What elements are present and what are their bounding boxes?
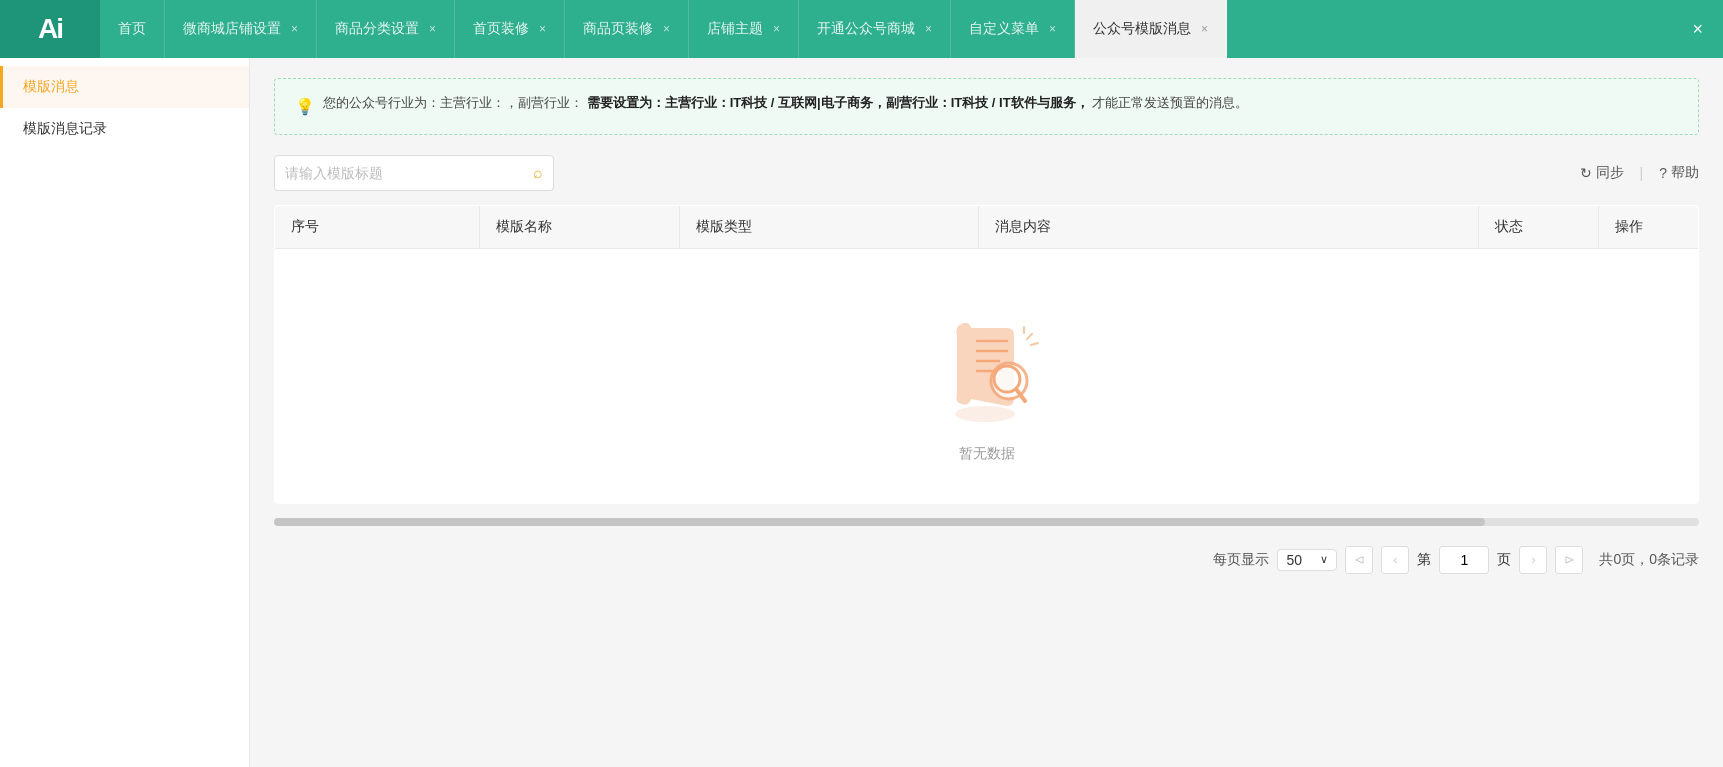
tab-close-icon-6[interactable]: × <box>925 23 932 35</box>
per-page-select[interactable]: 50 ∨ <box>1277 549 1337 571</box>
nav-tab-8[interactable]: 公众号模版消息× <box>1075 0 1227 58</box>
nav-tab-2[interactable]: 商品分类设置× <box>317 0 455 58</box>
search-button[interactable]: ⌕ <box>533 164 543 182</box>
empty-row: 暂无数据 <box>275 248 1699 503</box>
chevron-down-icon: ∨ <box>1320 553 1328 566</box>
nav-tab-1[interactable]: 微商城店铺设置× <box>165 0 317 58</box>
scrollbar-row <box>274 516 1699 528</box>
empty-state: 暂无数据 <box>275 249 1698 503</box>
table-column-status: 状态 <box>1479 205 1599 248</box>
sync-button[interactable]: ↻ 同步 <box>1580 164 1624 182</box>
nav-tab-3[interactable]: 首页装修× <box>455 0 565 58</box>
sidebar-item-1[interactable]: 模版消息记录 <box>0 108 249 150</box>
tab-close-icon-8[interactable]: × <box>1201 23 1208 35</box>
table-head: 序号模版名称模版类型消息内容状态操作 <box>275 205 1699 248</box>
toolbar-right: ↻ 同步 | ? 帮助 <box>1580 164 1699 182</box>
page-input[interactable] <box>1439 546 1489 574</box>
notice-suffix: 才能正常发送预置的消息。 <box>1092 95 1248 110</box>
search-bar: ⌕ ↻ 同步 | ? 帮助 <box>274 155 1699 191</box>
svg-line-8 <box>1027 334 1032 339</box>
top-nav: Ai 首页微商城店铺设置×商品分类设置×首页装修×商品页装修×店铺主题×开通公众… <box>0 0 1723 58</box>
scrollbar-thumb <box>274 518 1485 526</box>
content-area: 💡 您的公众号行业为：主营行业：，副营行业： 需要设置为：主营行业：IT科技 /… <box>250 58 1723 767</box>
per-page-label: 每页显示 <box>1213 551 1269 569</box>
tab-close-icon-3[interactable]: × <box>539 23 546 35</box>
tab-close-icon-2[interactable]: × <box>429 23 436 35</box>
nav-tab-0[interactable]: 首页 <box>100 0 165 58</box>
search-input-wrap: ⌕ <box>274 155 554 191</box>
nav-tab-4[interactable]: 商品页装修× <box>565 0 689 58</box>
next-page-button[interactable]: › <box>1519 546 1547 574</box>
sidebar: 模版消息模版消息记录 <box>0 58 250 767</box>
tab-close-icon-4[interactable]: × <box>663 23 670 35</box>
sync-label: 同步 <box>1596 164 1624 182</box>
notice-icon: 💡 <box>295 94 315 120</box>
close-all-button[interactable]: × <box>1672 19 1723 40</box>
sidebar-item-0[interactable]: 模版消息 <box>0 66 249 108</box>
table-column-index: 序号 <box>275 205 480 248</box>
nav-tab-6[interactable]: 开通公众号商城× <box>799 0 951 58</box>
search-input[interactable] <box>285 165 533 181</box>
total-info: 共0页，0条记录 <box>1599 551 1699 569</box>
last-page-button[interactable]: ⊳ <box>1555 546 1583 574</box>
svg-point-0 <box>955 406 1015 422</box>
tab-close-icon-7[interactable]: × <box>1049 23 1056 35</box>
page-label-post: 页 <box>1497 551 1511 569</box>
sync-icon: ↻ <box>1580 165 1592 181</box>
nav-tabs: 首页微商城店铺设置×商品分类设置×首页装修×商品页装修×店铺主题×开通公众号商城… <box>100 0 1672 58</box>
nav-tab-7[interactable]: 自定义菜单× <box>951 0 1075 58</box>
logo: Ai <box>0 0 100 58</box>
table-body: 暂无数据 <box>275 248 1699 503</box>
notice-text: 您的公众号行业为：主营行业：，副营行业： 需要设置为：主营行业：IT科技 / 互… <box>323 93 1248 114</box>
svg-line-9 <box>1031 343 1038 345</box>
per-page-value: 50 <box>1286 552 1302 568</box>
empty-icon <box>927 309 1047 429</box>
help-label: 帮助 <box>1671 164 1699 182</box>
tab-close-icon-1[interactable]: × <box>291 23 298 35</box>
pagination: 每页显示 50 ∨ ⊲ ‹ 第 页 › ⊳ 共0页，0条记录 <box>274 538 1699 582</box>
notice-banner: 💡 您的公众号行业为：主营行业：，副营行业： 需要设置为：主营行业：IT科技 /… <box>274 78 1699 135</box>
nav-tab-5[interactable]: 店铺主题× <box>689 0 799 58</box>
table-column-content: 消息内容 <box>979 205 1479 248</box>
table-column-type: 模版类型 <box>679 205 978 248</box>
scrollbar-track[interactable] <box>274 518 1699 526</box>
first-page-button[interactable]: ⊲ <box>1345 546 1373 574</box>
help-button[interactable]: ? 帮助 <box>1659 164 1699 182</box>
help-icon: ? <box>1659 165 1667 181</box>
tab-close-icon-5[interactable]: × <box>773 23 780 35</box>
data-table: 序号模版名称模版类型消息内容状态操作 <box>274 205 1699 504</box>
empty-text: 暂无数据 <box>959 445 1015 463</box>
table-column-name: 模版名称 <box>479 205 679 248</box>
table-header-row: 序号模版名称模版类型消息内容状态操作 <box>275 205 1699 248</box>
toolbar-divider: | <box>1640 165 1644 181</box>
notice-prefix: 您的公众号行业为：主营行业：，副营行业： <box>323 95 583 110</box>
prev-page-button[interactable]: ‹ <box>1381 546 1409 574</box>
main-layout: 模版消息模版消息记录 💡 您的公众号行业为：主营行业：，副营行业： 需要设置为：… <box>0 58 1723 767</box>
table-column-action: 操作 <box>1599 205 1699 248</box>
notice-highlight: 需要设置为：主营行业：IT科技 / 互联网|电子商务，副营行业：IT科技 / I… <box>587 95 1089 110</box>
page-label-pre: 第 <box>1417 551 1431 569</box>
